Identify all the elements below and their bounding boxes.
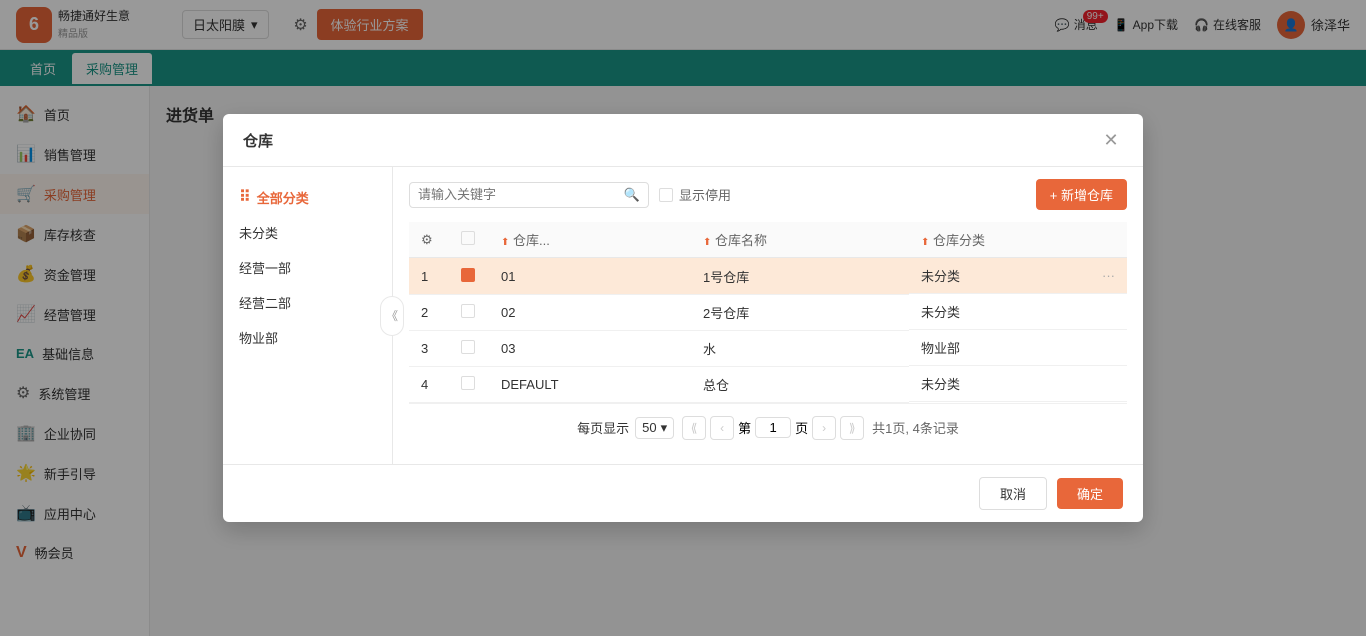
table-row[interactable]: 4 DEFAULT 总仓 未分类 bbox=[409, 366, 1127, 402]
sort-icon-code: ⬆ bbox=[501, 237, 509, 248]
sort-icon-category: ⬆ bbox=[921, 237, 929, 248]
dialog-header: 仓库 ✕ bbox=[223, 114, 1143, 167]
category-item-0[interactable]: 未分类 bbox=[223, 215, 392, 250]
sort-icon-name: ⬆ bbox=[703, 237, 711, 248]
dialog-footer: 取消 确定 bbox=[223, 464, 1143, 522]
page-number-input[interactable] bbox=[755, 417, 791, 438]
search-icon[interactable]: 🔍 bbox=[624, 187, 640, 203]
close-button[interactable]: ✕ bbox=[1099, 128, 1123, 152]
per-page-select[interactable]: 50 ▾ bbox=[635, 417, 674, 439]
total-info: 共1页, 4条记录 bbox=[872, 418, 959, 437]
per-page-selector: 每页显示 50 ▾ bbox=[577, 417, 674, 439]
per-page-value: 50 bbox=[642, 420, 656, 435]
header-checkbox[interactable] bbox=[461, 231, 475, 245]
row-num: 2 bbox=[409, 294, 449, 330]
row-code: 03 bbox=[489, 330, 691, 366]
cancel-button[interactable]: 取消 bbox=[979, 477, 1047, 510]
last-page-button[interactable]: ⟫ bbox=[840, 416, 864, 440]
pagination: 每页显示 50 ▾ ⟪ ‹ 第 页 › ⟫ bbox=[409, 403, 1127, 452]
per-page-arrow: ▾ bbox=[661, 420, 668, 436]
prev-page-button[interactable]: ‹ bbox=[710, 416, 734, 440]
row-name: 2号仓库 bbox=[691, 294, 909, 330]
row-checkbox[interactable] bbox=[449, 330, 489, 366]
row-actions[interactable]: ··· bbox=[1102, 268, 1115, 283]
col-category: ⬆ 仓库分类 bbox=[909, 222, 1127, 258]
col-code: ⬆ 仓库... bbox=[489, 222, 691, 258]
table-panel: 🔍 显示停用 + 新增仓库 ⚙ bbox=[393, 167, 1143, 464]
dialog-body: ⠿ 全部分类 未分类 经营一部 经营二部 物业部 《 bbox=[223, 167, 1143, 464]
category-item-3[interactable]: 物业部 bbox=[223, 320, 392, 355]
row-num: 3 bbox=[409, 330, 449, 366]
col-code-label: 仓库... bbox=[513, 233, 550, 248]
row-code: 02 bbox=[489, 294, 691, 330]
row-category: 未分类 ··· bbox=[909, 258, 1127, 294]
checkbox-disabled[interactable] bbox=[659, 188, 673, 202]
category-item-2[interactable]: 经营二部 bbox=[223, 285, 392, 320]
category-panel: ⠿ 全部分类 未分类 经营一部 经营二部 物业部 《 bbox=[223, 167, 393, 464]
table-toolbar: 🔍 显示停用 + 新增仓库 bbox=[409, 179, 1127, 210]
row-num: 4 bbox=[409, 366, 449, 402]
row-checkbox[interactable] bbox=[449, 366, 489, 402]
row-name: 总仓 bbox=[691, 366, 909, 402]
next-page-button[interactable]: › bbox=[812, 416, 836, 440]
row-code: 01 bbox=[489, 258, 691, 295]
dialog-overlay[interactable]: 仓库 ✕ ⠿ 全部分类 未分类 经营一部 经营二部 bbox=[0, 0, 1366, 636]
per-page-label: 每页显示 bbox=[577, 418, 629, 437]
warehouse-table: ⚙ ⬆ 仓库... ⬆ 仓库名称 bbox=[409, 222, 1127, 403]
search-box: 🔍 bbox=[409, 182, 649, 208]
row-category: 未分类 bbox=[909, 294, 1127, 330]
row-name: 水 bbox=[691, 330, 909, 366]
show-disabled-checkbox[interactable]: 显示停用 bbox=[659, 185, 731, 204]
first-page-button[interactable]: ⟪ bbox=[682, 416, 706, 440]
table-row[interactable]: 1 01 1号仓库 未分类 ··· bbox=[409, 258, 1127, 295]
col-category-label: 仓库分类 bbox=[933, 233, 985, 248]
show-disabled-label: 显示停用 bbox=[679, 185, 731, 204]
add-warehouse-button[interactable]: + 新增仓库 bbox=[1036, 179, 1127, 210]
row-num: 1 bbox=[409, 258, 449, 295]
collapse-panel-button[interactable]: 《 bbox=[380, 296, 404, 336]
row-code: DEFAULT bbox=[489, 366, 691, 402]
row-checkbox[interactable] bbox=[449, 258, 489, 295]
all-categories-button[interactable]: ⠿ 全部分类 bbox=[223, 179, 392, 215]
col-checkbox bbox=[449, 222, 489, 258]
row-category: 未分类 bbox=[909, 366, 1127, 402]
row-checkbox[interactable] bbox=[449, 294, 489, 330]
warehouse-dialog: 仓库 ✕ ⠿ 全部分类 未分类 经营一部 经营二部 bbox=[223, 114, 1143, 522]
col-settings: ⚙ bbox=[409, 222, 449, 258]
table-row[interactable]: 2 02 2号仓库 未分类 bbox=[409, 294, 1127, 330]
col-name: ⬆ 仓库名称 bbox=[691, 222, 909, 258]
table-row[interactable]: 3 03 水 物业部 bbox=[409, 330, 1127, 366]
dialog-title: 仓库 bbox=[243, 130, 273, 151]
confirm-button[interactable]: 确定 bbox=[1057, 478, 1123, 509]
page-end-label: 页 bbox=[795, 418, 808, 437]
row-name: 1号仓库 bbox=[691, 258, 909, 295]
table-header-row: ⚙ ⬆ 仓库... ⬆ 仓库名称 bbox=[409, 222, 1127, 258]
page-label: 第 bbox=[738, 418, 751, 437]
row-category: 物业部 bbox=[909, 330, 1127, 366]
category-item-1[interactable]: 经营一部 bbox=[223, 250, 392, 285]
settings-icon[interactable]: ⚙ bbox=[421, 232, 433, 247]
page-navigation: ⟪ ‹ 第 页 › ⟫ bbox=[682, 416, 864, 440]
col-name-label: 仓库名称 bbox=[715, 233, 767, 248]
all-categories-label: 全部分类 bbox=[257, 188, 309, 207]
grid-icon: ⠿ bbox=[239, 187, 251, 207]
search-input[interactable] bbox=[418, 187, 624, 202]
